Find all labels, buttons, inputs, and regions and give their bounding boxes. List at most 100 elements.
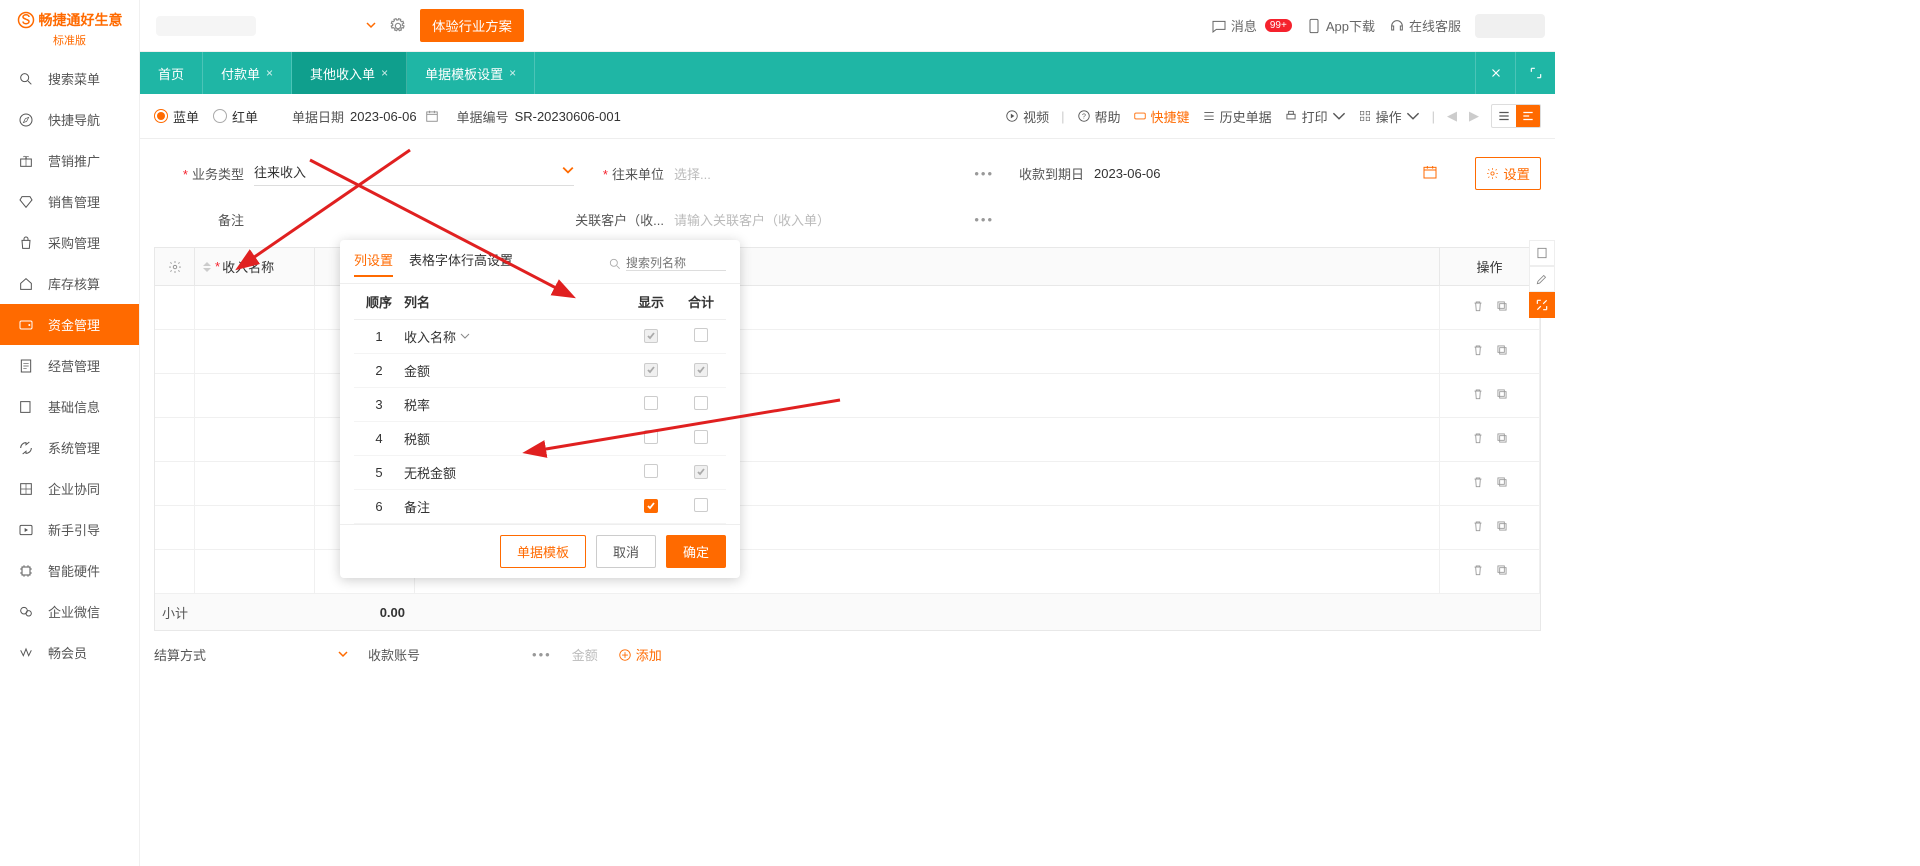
tab-close-button[interactable] [1475,52,1515,94]
sidebar-item-play[interactable]: 新手引导 [0,509,139,550]
message-button[interactable]: 消息 99+ [1211,16,1292,35]
user-avatar[interactable] [1475,14,1545,38]
sidebar-item-refresh[interactable]: 系统管理 [0,427,139,468]
date-value[interactable]: 2023-06-06 [350,109,417,124]
view-list-button[interactable] [1492,105,1516,127]
help-button[interactable]: ?帮助 [1077,107,1121,126]
gear-icon[interactable] [390,18,406,34]
sidebar-item-wallet[interactable]: 资金管理 [0,304,139,345]
calendar-icon[interactable] [425,109,439,123]
history-button[interactable]: 历史单据 [1202,107,1272,126]
logo: 畅捷通好生意 标准版 [0,0,139,58]
checkbox-icon[interactable] [644,396,658,410]
svg-text:?: ? [1082,113,1086,120]
view-grid-button[interactable] [1516,105,1540,127]
tab-2[interactable]: 其他收入单× [292,52,407,94]
sidebar-item-gift[interactable]: 营销推广 [0,140,139,181]
popover-search-input[interactable] [626,256,726,271]
tab-close-icon[interactable]: × [266,66,273,80]
radio-blue[interactable]: 蓝单 [154,107,199,126]
copy-icon[interactable] [1495,475,1509,492]
popover-template-button[interactable]: 单据模板 [500,535,586,568]
ops-button[interactable]: 操作 [1358,107,1420,126]
delete-icon[interactable] [1471,343,1485,360]
popover-row: 1收入名称 [354,320,726,354]
sidebar-item-build[interactable]: 企业协同 [0,468,139,509]
hotkey-button[interactable]: 快捷键 [1133,107,1190,126]
chevron-down-icon[interactable] [460,329,470,344]
delete-icon[interactable] [1471,519,1485,536]
settings-button[interactable]: 设置 [1475,157,1541,190]
biz-type-select[interactable]: 往来收入 [254,162,574,186]
sidebar-item-compass[interactable]: 快捷导航 [0,99,139,140]
sidebar-item-vip[interactable]: 畅会员 [0,632,139,673]
sidebar-item-home[interactable]: 库存核算 [0,263,139,304]
popover-tab-columns[interactable]: 列设置 [354,250,393,277]
radio-red[interactable]: 红单 [213,107,258,126]
sidebar-item-chip[interactable]: 智能硬件 [0,550,139,591]
checkbox-icon[interactable] [644,464,658,478]
message-badge: 99+ [1265,19,1292,32]
chevron-down-icon[interactable] [338,647,348,662]
pop-th-show: 显示 [626,292,676,311]
prev-button[interactable]: ◀ [1447,108,1457,124]
checkbox-icon[interactable] [694,430,708,444]
sidebar-item-doc[interactable]: 经营管理 [0,345,139,386]
sidebar-item-search[interactable]: 搜索菜单 [0,58,139,99]
due-calendar-icon[interactable] [1422,164,1438,183]
tab-3[interactable]: 单据模板设置× [407,52,535,94]
checkbox-icon[interactable] [694,328,708,342]
sidebar-item-wechat[interactable]: 企业微信 [0,591,139,632]
dock-note-icon[interactable] [1529,240,1555,266]
copy-icon[interactable] [1495,431,1509,448]
diamond-icon [18,194,36,210]
biz-type-label: *业务类型 [154,164,244,183]
grid-gear-button[interactable] [155,248,195,285]
due-date[interactable]: 2023-06-06 [1094,166,1414,181]
more-icon[interactable]: ••• [974,166,994,181]
tab-close-icon[interactable]: × [509,66,516,80]
sidebar-item-label: 企业协同 [48,479,100,498]
tab-expand-button[interactable] [1515,52,1555,94]
checkbox-icon[interactable] [694,396,708,410]
add-button[interactable]: 添加 [618,645,662,664]
dock-expand-icon[interactable] [1529,292,1555,318]
dock-edit-icon[interactable] [1529,266,1555,292]
checkbox-icon[interactable] [694,498,708,512]
more-icon[interactable]: ••• [532,647,552,662]
tab-0[interactable]: 首页 [140,52,203,94]
service-button[interactable]: 在线客服 [1389,16,1461,35]
delete-icon[interactable] [1471,563,1485,580]
copy-icon[interactable] [1495,387,1509,404]
checkbox-icon[interactable] [644,430,658,444]
delete-icon[interactable] [1471,387,1485,404]
next-button[interactable]: ▶ [1469,108,1479,124]
sidebar-item-bag[interactable]: 采购管理 [0,222,139,263]
print-button[interactable]: 打印 [1284,107,1346,126]
popover-tab-font[interactable]: 表格字体行高设置 [409,250,513,277]
trial-button[interactable]: 体验行业方案 [420,9,524,42]
copy-icon[interactable] [1495,563,1509,580]
sidebar-item-diamond[interactable]: 销售管理 [0,181,139,222]
delete-icon[interactable] [1471,431,1485,448]
sidebar-item-label: 资金管理 [48,315,100,334]
col-income-header[interactable]: *收入名称 [195,248,315,285]
due-label: 收款到期日 [994,164,1084,183]
popover-cancel-button[interactable]: 取消 [596,535,656,568]
delete-icon[interactable] [1471,475,1485,492]
copy-icon[interactable] [1495,343,1509,360]
copy-icon[interactable] [1495,299,1509,316]
checkbox-icon[interactable] [644,499,658,513]
assoc-input[interactable]: 请输入关联客户（收入单） ••• [674,210,994,229]
popover-confirm-button[interactable]: 确定 [666,535,726,568]
tab-close-icon[interactable]: × [381,66,388,80]
org-dropdown-icon[interactable] [366,18,376,33]
tab-1[interactable]: 付款单× [203,52,292,94]
delete-icon[interactable] [1471,299,1485,316]
more-icon[interactable]: ••• [974,212,994,227]
app-download-button[interactable]: App下载 [1306,16,1375,35]
sidebar-item-book[interactable]: 基础信息 [0,386,139,427]
copy-icon[interactable] [1495,519,1509,536]
video-button[interactable]: 视频 [1005,107,1049,126]
unit-select[interactable]: 选择... ••• [674,164,994,183]
